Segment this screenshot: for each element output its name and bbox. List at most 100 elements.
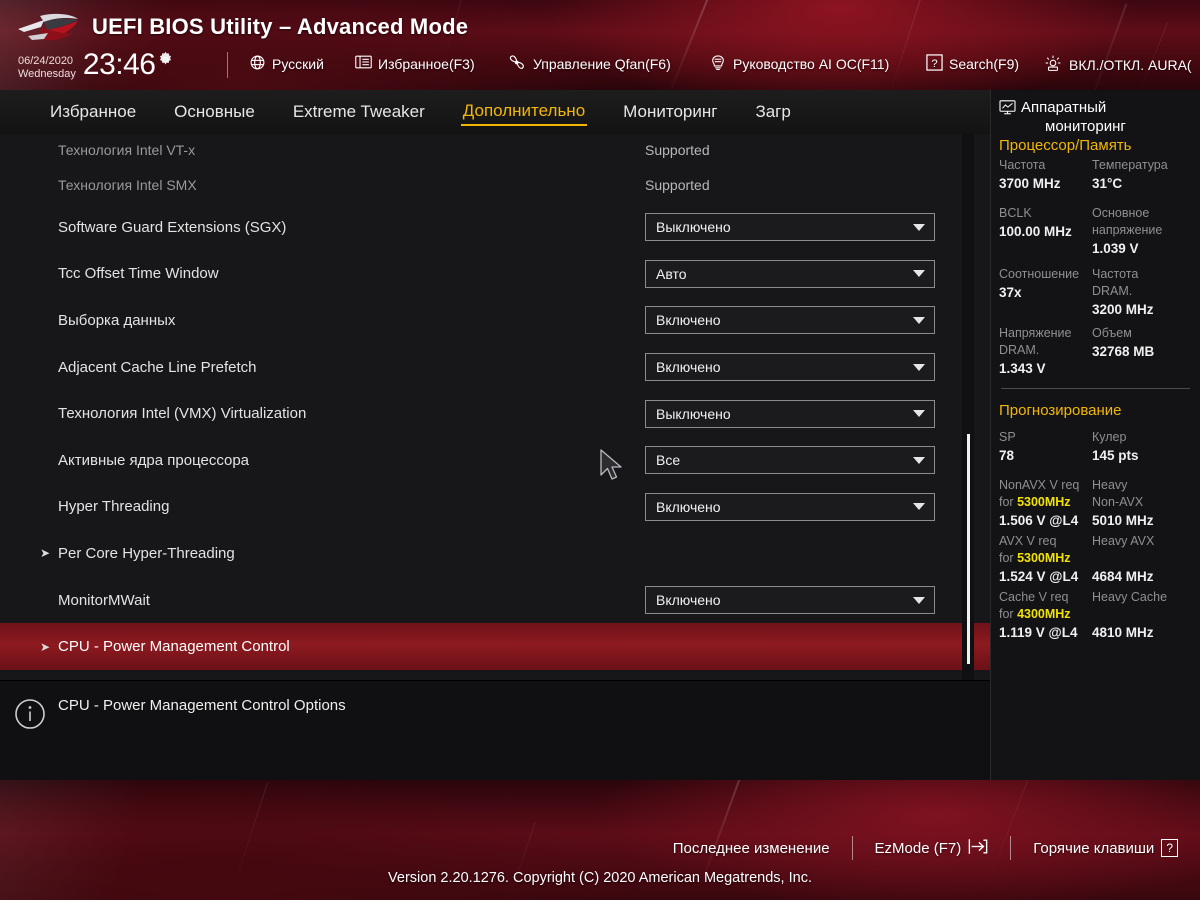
header-item-language[interactable]: Русский: [249, 54, 324, 74]
avx-req-freq-line: for 5300MHz: [999, 550, 1092, 567]
setting-row-intel-smx: Технология Intel SMX Supported: [0, 166, 990, 204]
setting-row-data-prefetch[interactable]: Выборка данных Включено: [0, 297, 990, 344]
cooler-value: 145 pts: [1092, 448, 1139, 463]
copyright-text: Version 2.20.1276. Copyright (C) 2020 Am…: [388, 870, 812, 886]
data-prefetch-dropdown[interactable]: Включено: [645, 306, 935, 335]
question-box-icon: ?: [926, 54, 943, 74]
heavy-nonavx-label-b: Non-AVX: [1092, 495, 1144, 509]
aura-light-icon: [1043, 54, 1063, 75]
decorative-streak: [1084, 3, 1128, 90]
header-item-label: ВКЛ./ОТКЛ. AURA(: [1069, 56, 1192, 73]
chevron-down-icon: [913, 596, 925, 604]
tab-extreme-tweaker[interactable]: Extreme Tweaker: [291, 99, 427, 125]
hyper-threading-dropdown[interactable]: Включено: [645, 492, 935, 521]
hardware-monitor-title: Аппаратный мониторинг: [991, 96, 1200, 136]
gear-icon[interactable]: [157, 51, 174, 73]
dropdown-value: Включено: [656, 592, 721, 609]
setting-label: Технология Intel SMX: [58, 177, 197, 193]
setting-row-cpu-power-management-control[interactable]: ➤ CPU - Power Management Control: [0, 623, 990, 670]
hardware-monitor-icon: [999, 100, 1016, 120]
avx-req-freq: 5300MHz: [1017, 551, 1071, 565]
dropdown-value: Авто: [656, 265, 687, 282]
favorites-list-icon: [355, 54, 372, 73]
setting-row-per-core-hyper-threading[interactable]: ➤ Per Core Hyper-Threading: [0, 530, 990, 577]
fan-icon: [508, 54, 527, 74]
tab-monitor[interactable]: Мониторинг: [621, 99, 719, 125]
setting-row-adjacent-cache-line-prefetch[interactable]: Adjacent Cache Line Prefetch Включено: [0, 344, 990, 391]
info-circle-icon: [14, 698, 46, 735]
decorative-streak: [505, 822, 536, 900]
main-nav-tabs: Избранное Основные Extreme Tweaker Допол…: [0, 90, 990, 134]
nonavx-req-freq: 5300MHz: [1017, 495, 1071, 509]
header-item-ai-oc[interactable]: Руководство AI OC(F11): [709, 54, 889, 74]
system-clock: 06/24/2020 Wednesday 23:46: [18, 50, 174, 81]
active-cores-dropdown[interactable]: Все: [645, 446, 935, 475]
system-weekday: Wednesday: [18, 68, 76, 80]
decorative-streak: [988, 780, 1033, 882]
sp-label: SP: [999, 430, 1016, 444]
vmx-dropdown[interactable]: Выключено: [645, 399, 935, 428]
nonavx-req-value: 1.506 V @L4: [999, 513, 1079, 528]
system-time: 23:46: [82, 48, 156, 81]
for-prefix: for: [999, 607, 1018, 621]
nonavx-req-label: NonAVX V req: [999, 478, 1080, 492]
help-text: CPU - Power Management Control Options: [58, 697, 346, 714]
section-heading-prediction: Прогнозирование: [999, 402, 1122, 419]
cache-req-label: Cache V req: [999, 590, 1069, 604]
avx-req-label: AVX V req: [999, 534, 1057, 548]
page-title: UEFI BIOS Utility – Advanced Mode: [92, 14, 469, 39]
header-item-favorites[interactable]: Избранное(F3): [355, 54, 475, 73]
cooler-label: Кулер: [1092, 430, 1127, 444]
setting-label: MonitorMWait: [58, 591, 150, 609]
temp-value: 31°C: [1092, 176, 1123, 191]
setting-label: Технология Intel VT-x: [58, 142, 196, 158]
dram-voltage-value: 1.343 V: [999, 361, 1046, 376]
freq-label: Частота: [999, 158, 1046, 172]
monitormwait-dropdown[interactable]: Включено: [645, 586, 935, 615]
last-modified-button[interactable]: Последнее изменение: [673, 840, 830, 857]
header-item-qfan[interactable]: Управление Qfan(F6): [508, 54, 671, 74]
chevron-right-icon: ➤: [40, 546, 51, 561]
chevron-down-icon: [913, 456, 925, 464]
chevron-down-icon: [913, 363, 925, 371]
heavy-cache-label: Heavy Cache: [1092, 590, 1168, 604]
core-voltage-value: 1.039 V: [1092, 241, 1139, 256]
for-prefix: for: [999, 551, 1018, 565]
header-item-search[interactable]: ? Search(F9): [926, 54, 1019, 74]
setting-label: Активные ядра процессора: [58, 451, 250, 469]
tcc-offset-dropdown[interactable]: Авто: [645, 259, 935, 288]
hotkeys-button[interactable]: Горячие клавиши ?: [1033, 839, 1178, 857]
tab-boot[interactable]: Загр: [753, 99, 792, 125]
dropdown-value: Включено: [656, 498, 721, 515]
scrollbar-thumb[interactable]: [967, 434, 970, 664]
dropdown-value: Выключено: [656, 219, 731, 236]
footer-divider: [1010, 836, 1012, 860]
header-item-aura[interactable]: ВКЛ./ОТКЛ. AURA(: [1043, 54, 1192, 75]
ezmode-button[interactable]: EzMode (F7): [875, 838, 989, 859]
setting-label: Hyper Threading: [58, 498, 170, 516]
setting-row-tcc-offset-time-window[interactable]: Tcc Offset Time Window Авто: [0, 251, 990, 298]
adjacent-cache-dropdown[interactable]: Включено: [645, 353, 935, 382]
sgx-dropdown[interactable]: Выключено: [645, 213, 935, 242]
hotkeys-label: Горячие клавиши: [1033, 839, 1155, 857]
setting-row-vmx-virtualization[interactable]: Технология Intel (VMX) Virtualization Вы…: [0, 390, 990, 437]
core-voltage-label: Основное напряжение: [1092, 206, 1163, 237]
last-modified-label: Последнее изменение: [672, 839, 830, 857]
tab-favorites[interactable]: Избранное: [48, 99, 138, 125]
dram-voltage-label: Напряжение DRAM.: [999, 326, 1072, 357]
setting-label: Per Core Hyper-Threading: [58, 544, 235, 562]
ratio-value: 37x: [999, 285, 1022, 300]
tab-advanced[interactable]: Дополнительно: [460, 98, 588, 126]
svg-text:?: ?: [931, 58, 937, 70]
sidebar-divider: [1001, 388, 1190, 389]
chevron-down-icon: [913, 503, 925, 511]
setting-row-intel-vtx: Технология Intel VT-x Supported: [0, 134, 990, 166]
setting-row-hyper-threading[interactable]: Hyper Threading Включено: [0, 484, 990, 531]
bclk-value: 100.00 MHz: [999, 224, 1072, 239]
setting-row-sgx[interactable]: Software Guard Extensions (SGX) Выключен…: [0, 204, 990, 251]
setting-row-monitormwait[interactable]: MonitorMWait Включено: [0, 577, 990, 624]
setting-row-active-cores[interactable]: Активные ядра процессора Все: [0, 437, 990, 484]
tab-main[interactable]: Основные: [172, 99, 257, 125]
setting-value: Supported: [645, 177, 710, 193]
chevron-right-icon: ➤: [40, 639, 51, 654]
